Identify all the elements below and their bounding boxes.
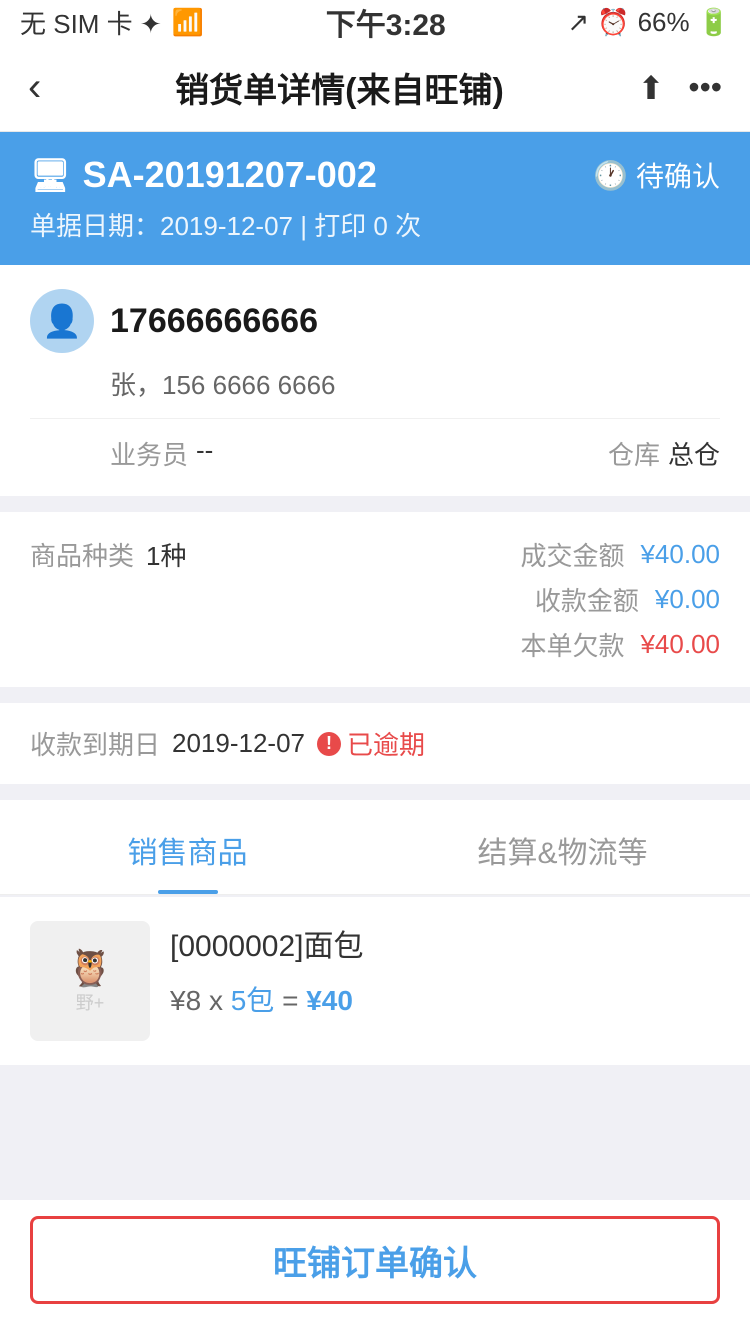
back-button[interactable]: ‹ <box>28 65 41 110</box>
due-amount-row: 本单欠款 ¥40.00 <box>520 626 720 663</box>
goods-type-value: 1种 <box>146 536 186 573</box>
tabs-container: 销售商品 结算&物流等 <box>0 800 750 895</box>
summary-section: 商品种类 1种 成交金额 ¥40.00 收款金额 ¥0.00 本单欠款 ¥40.… <box>0 512 750 687</box>
salesperson-value: -- <box>196 435 213 472</box>
due-amount-value: ¥40.00 <box>640 629 720 660</box>
battery-text: 66% <box>638 7 690 38</box>
nav-bar: ‹ 销货单详情(来自旺铺) ⬆ ••• <box>0 44 750 132</box>
summary-grid: 商品种类 1种 成交金额 ¥40.00 收款金额 ¥0.00 本单欠款 ¥40.… <box>30 536 720 663</box>
product-info: [0000002]面包 ¥8 x 5包 = ¥40 <box>170 921 720 1019</box>
salesperson-item: 业务员 -- <box>110 435 213 472</box>
multiply-symbol: x <box>209 985 231 1016</box>
status-bar: 无 SIM 卡 ✦ 📶 下午3:28 ↗ ⏰ 66% 🔋 <box>0 0 750 44</box>
due-date-section: 收款到期日 2019-12-07 ! 已逾期 <box>0 703 750 784</box>
status-left: 无 SIM 卡 ✦ 📶 <box>20 4 204 41</box>
product-thumbnail: 🦉 野+ <box>30 921 150 1041</box>
overdue-badge: ! 已逾期 <box>317 725 425 762</box>
product-thumb-icon: 🦉 野+ <box>68 947 113 1015</box>
product-section: 🦉 野+ [0000002]面包 ¥8 x 5包 = ¥40 <box>0 897 750 1065</box>
clock-icon: 🕐 <box>593 159 628 192</box>
banner-top-row: 🖥 SA-20191207-002 🕐 待确认 <box>30 154 720 196</box>
overdue-text: 已逾期 <box>347 725 425 762</box>
goods-type-info: 商品种类 1种 <box>30 536 186 573</box>
customer-name: 张，156 6666 6666 <box>30 365 720 402</box>
tab-sales-goods[interactable]: 销售商品 <box>0 800 375 894</box>
warehouse-value: 总仓 <box>668 435 720 472</box>
warehouse-item: 仓库 总仓 <box>608 435 720 472</box>
more-icon[interactable]: ••• <box>688 69 722 106</box>
deal-amount-row: 成交金额 ¥40.00 <box>520 536 720 573</box>
status-time: 下午3:28 <box>326 0 446 44</box>
price-unit: ¥8 <box>170 985 201 1016</box>
order-status: 🕐 待确认 <box>593 155 720 195</box>
order-icon: 🖥 <box>30 156 71 194</box>
deal-amount-value: ¥40.00 <box>640 539 720 570</box>
customer-meta-row: 业务员 -- 仓库 总仓 <box>30 435 720 472</box>
customer-top-row: 👤 17666666666 <box>30 289 720 353</box>
deal-amount-label: 成交金额 <box>520 536 624 573</box>
product-price: ¥8 x 5包 = ¥40 <box>170 979 720 1019</box>
product-name: [0000002]面包 <box>170 921 720 965</box>
location-icon: ↗ <box>567 7 589 38</box>
received-value: ¥0.00 <box>655 584 720 615</box>
share-icon[interactable]: ⬆ <box>638 69 665 107</box>
customer-section: 👤 17666666666 张，156 6666 6666 业务员 -- 仓库 … <box>0 265 750 496</box>
order-date: 单据日期：2019-12-07 | 打印 0 次 <box>30 206 720 243</box>
wifi-icon: 📶 <box>172 7 204 38</box>
overdue-icon: ! <box>317 732 341 756</box>
goods-type-label: 商品种类 <box>30 536 134 573</box>
avatar: 👤 <box>30 289 94 353</box>
received-amount-row: 收款金额 ¥0.00 <box>535 581 720 618</box>
tab-settlement-logistics[interactable]: 结算&物流等 <box>375 800 750 894</box>
confirm-order-button[interactable]: 旺铺订单确认 <box>30 1216 720 1304</box>
customer-phone: 17666666666 <box>110 302 318 341</box>
user-icon: 👤 <box>42 302 82 340</box>
battery-icon: 🔋 <box>698 7 730 38</box>
tab-active-indicator <box>158 890 218 894</box>
due-amount-label: 本单欠款 <box>520 626 624 663</box>
amount-info: 成交金额 ¥40.00 收款金额 ¥0.00 本单欠款 ¥40.00 <box>520 536 720 663</box>
due-date-label: 收款到期日 <box>30 725 160 762</box>
product-qty: 5包 <box>231 985 275 1016</box>
order-header-banner: 🖥 SA-20191207-002 🕐 待确认 单据日期：2019-12-07 … <box>0 132 750 265</box>
status-right: ↗ ⏰ 66% 🔋 <box>567 7 730 38</box>
tabs-row: 销售商品 结算&物流等 <box>0 800 750 895</box>
warehouse-label: 仓库 <box>608 435 660 472</box>
alarm-icon: ⏰ <box>597 7 629 38</box>
page-title: 销货单详情(来自旺铺) <box>175 63 504 112</box>
order-id: 🖥 SA-20191207-002 <box>30 154 377 196</box>
due-date-value: 2019-12-07 <box>172 728 305 759</box>
salesperson-label: 业务员 <box>110 435 188 472</box>
equals-symbol: = <box>282 985 306 1016</box>
bottom-bar: 旺铺订单确认 <box>0 1200 750 1334</box>
nav-right-actions: ⬆ ••• <box>638 69 722 107</box>
sim-text: 无 SIM 卡 ✦ <box>20 4 162 41</box>
product-total: ¥40 <box>306 985 353 1016</box>
product-item: 🦉 野+ [0000002]面包 ¥8 x 5包 = ¥40 <box>30 921 720 1041</box>
divider <box>30 418 720 419</box>
received-label: 收款金额 <box>535 581 639 618</box>
